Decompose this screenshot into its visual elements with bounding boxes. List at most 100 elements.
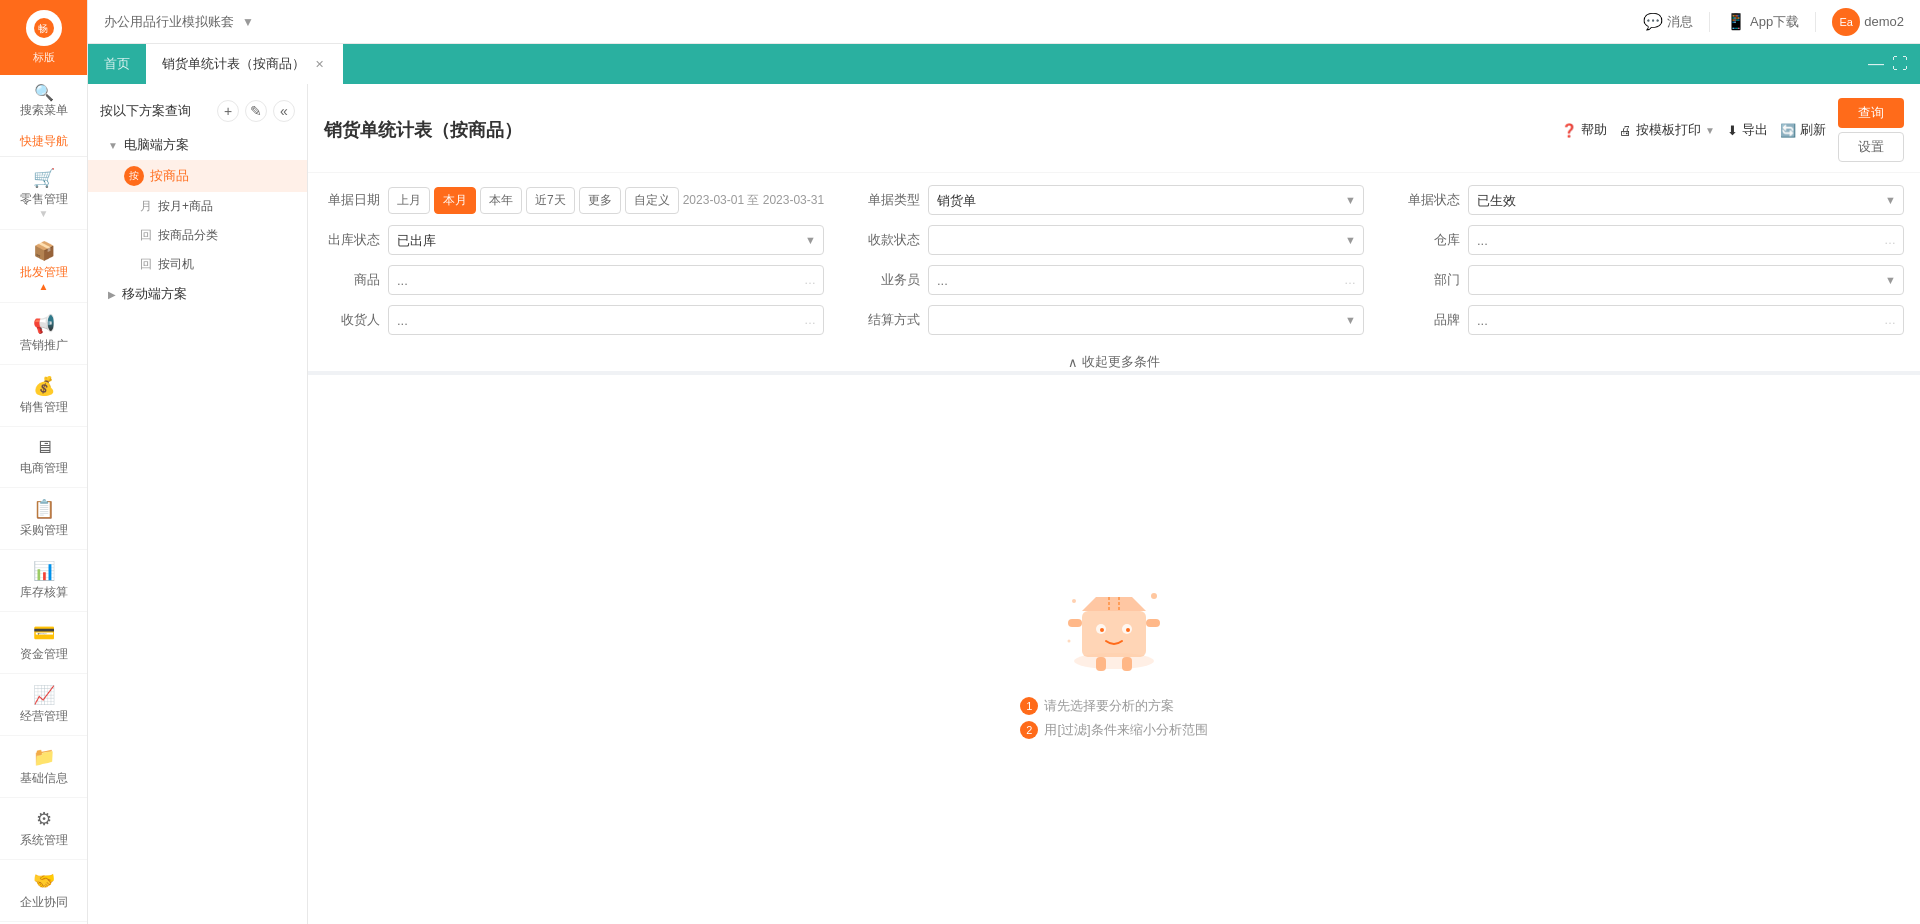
sidebar-item-finance-label: 资金管理 <box>20 646 68 663</box>
date-btn-this-month[interactable]: 本月 <box>434 187 476 214</box>
brand-input[interactable] <box>1468 305 1904 335</box>
doc-status-select[interactable]: 已生效 <box>1468 185 1904 215</box>
sidebar-search[interactable]: 🔍 搜索菜单 <box>0 75 87 127</box>
consignee-label: 收货人 <box>324 311 380 329</box>
collapse-panel-btn[interactable]: « <box>273 100 295 122</box>
filter-payment-status: 收款状态 ▼ <box>864 225 1364 255</box>
doc-type-select[interactable]: 销货单 <box>928 185 1364 215</box>
edit-icon: ✎ <box>250 103 262 119</box>
salesman-input[interactable] <box>928 265 1364 295</box>
edit-scheme-btn[interactable]: ✎ <box>245 100 267 122</box>
tab-bar-actions: — ⛶ <box>1856 55 1920 73</box>
svg-rect-3 <box>1082 611 1146 657</box>
filter-doc-status: 单据状态 已生效 ▼ <box>1404 185 1904 215</box>
message-btn[interactable]: 💬 消息 <box>1643 12 1693 31</box>
title-row: 销货单统计表（按商品） ❓ 帮助 🖨 按模板打印 ▼ ⬇ <box>308 84 1920 173</box>
tree-subchild-goods-category[interactable]: 回 按商品分类 <box>88 221 307 250</box>
goods-input[interactable] <box>388 265 824 295</box>
date-btn-this-year[interactable]: 本年 <box>480 187 522 214</box>
sidebar-item-system-label: 系统管理 <box>20 832 68 849</box>
tab-minimize-btn[interactable]: — <box>1868 55 1884 73</box>
logo-icon: 畅 <box>26 10 62 46</box>
user-area[interactable]: Ea demo2 <box>1832 8 1904 36</box>
date-btn-more[interactable]: 更多 <box>579 187 621 214</box>
help-btn[interactable]: ❓ 帮助 <box>1561 121 1607 139</box>
dept-select[interactable] <box>1468 265 1904 295</box>
tree-child-by-goods[interactable]: 按 按商品 <box>88 160 307 192</box>
out-status-wrapper: 已出库 ▼ <box>388 225 824 255</box>
tree-node-desktop[interactable]: ▼ 电脑端方案 <box>88 130 307 160</box>
warehouse-dots: … <box>1884 233 1896 247</box>
sidebar-item-operation[interactable]: 📈 经营管理 <box>0 674 87 736</box>
empty-tip-2: 2 用[过滤]条件来缩小分析范围 <box>1020 721 1207 739</box>
date-btn-7days[interactable]: 近7天 <box>526 187 575 214</box>
retail-expand-icon: ▼ <box>39 208 49 219</box>
app-download-btn[interactable]: 📱 App下载 <box>1726 12 1799 31</box>
mobile-expand-icon: ▶ <box>108 289 116 300</box>
tab-maximize-btn[interactable]: ⛶ <box>1892 55 1908 73</box>
filter-salesman: 业务员 … <box>864 265 1364 295</box>
sidebar-item-purchase[interactable]: 📋 采购管理 <box>0 488 87 550</box>
header-divider1 <box>1709 12 1710 32</box>
query-button[interactable]: 查询 <box>1838 98 1904 128</box>
doc-type-label: 单据类型 <box>864 191 920 209</box>
sidebar-item-retail-label: 零售管理 <box>20 191 68 208</box>
sidebar-item-ecommerce[interactable]: 🖥 电商管理 <box>0 427 87 488</box>
sales-icon: 💰 <box>33 375 55 397</box>
sidebar-item-marketing[interactable]: 📢 营销推广 <box>0 303 87 365</box>
collapse-filter-btn[interactable]: ∧ 收起更多条件 <box>324 345 1904 371</box>
settlement-select[interactable] <box>928 305 1364 335</box>
settlement-label: 结算方式 <box>864 311 920 329</box>
driver-label: 按司机 <box>158 256 194 273</box>
sidebar-item-wholesale[interactable]: 📦 批发管理 ▲ <box>0 230 87 303</box>
date-btn-custom[interactable]: 自定义 <box>625 187 679 214</box>
filter-row-3: 商品 … 业务员 … <box>324 265 1904 295</box>
tab-sales-report[interactable]: 销货单统计表（按商品） ✕ <box>146 44 343 84</box>
goods-wrapper: … <box>388 265 824 295</box>
dropdown-icon[interactable]: ▼ <box>242 15 254 29</box>
tree-subchild-month-goods[interactable]: 月 按月+商品 <box>88 192 307 221</box>
tab-close-btn[interactable]: ✕ <box>311 56 327 72</box>
refresh-icon: 🔄 <box>1780 123 1796 138</box>
svg-rect-10 <box>1068 619 1082 627</box>
add-scheme-btn[interactable]: + <box>217 100 239 122</box>
top-header: 办公用品行业模拟账套 ▼ 💬 消息 📱 App下载 Ea demo2 <box>88 0 1920 44</box>
brand-wrapper: … <box>1468 305 1904 335</box>
consignee-input[interactable] <box>388 305 824 335</box>
query-setting-group: 查询 设置 <box>1838 98 1904 162</box>
refresh-btn[interactable]: 🔄 刷新 <box>1780 121 1826 139</box>
out-status-select[interactable]: 已出库 <box>388 225 824 255</box>
export-btn[interactable]: ⬇ 导出 <box>1727 121 1768 139</box>
warehouse-input[interactable] <box>1468 225 1904 255</box>
sidebar-item-sales[interactable]: 💰 销售管理 <box>0 365 87 427</box>
main-area: 办公用品行业模拟账套 ▼ 💬 消息 📱 App下载 Ea demo2 <box>88 0 1920 924</box>
empty-tip-1: 1 请先选择要分析的方案 <box>1020 697 1207 715</box>
print-btn[interactable]: 🖨 按模板打印 ▼ <box>1619 121 1715 139</box>
tree-subchild-driver[interactable]: 回 按司机 <box>88 250 307 279</box>
tab-home[interactable]: 首页 <box>88 44 146 84</box>
svg-point-12 <box>1072 599 1076 603</box>
sidebar-item-marketing-label: 营销推广 <box>20 337 68 354</box>
consignee-wrapper: … <box>388 305 824 335</box>
sidebar-quick-nav[interactable]: 快捷导航 <box>0 127 87 157</box>
sidebar-item-retail[interactable]: 🛒 零售管理 ▼ <box>0 157 87 230</box>
payment-status-select[interactable] <box>928 225 1364 255</box>
date-btn-last-month[interactable]: 上月 <box>388 187 430 214</box>
goods-category-label: 按商品分类 <box>158 227 218 244</box>
salesman-label: 业务员 <box>864 271 920 289</box>
tab-home-label: 首页 <box>104 55 130 73</box>
sidebar-item-finance[interactable]: 💳 资金管理 <box>0 612 87 674</box>
settings-button[interactable]: 设置 <box>1838 132 1904 162</box>
filter-consignee: 收货人 … <box>324 305 824 335</box>
sidebar-item-system[interactable]: ⚙ 系统管理 <box>0 798 87 860</box>
tree-node-mobile[interactable]: ▶ 移动端方案 <box>88 279 307 309</box>
industry-label: 办公用品行业模拟账套 <box>104 13 234 31</box>
filter-container: 销货单统计表（按商品） ❓ 帮助 🖨 按模板打印 ▼ ⬇ <box>308 84 1920 371</box>
doc-status-label: 单据状态 <box>1404 191 1460 209</box>
sidebar: 畅 标版 🔍 搜索菜单 快捷导航 🛒 零售管理 ▼ 📦 批发管理 ▲ 📢 营销推… <box>0 0 88 924</box>
sidebar-item-basic[interactable]: 📁 基础信息 <box>0 736 87 798</box>
filter-brand: 品牌 … <box>1404 305 1904 335</box>
sidebar-item-collab[interactable]: 🤝 企业协同 <box>0 860 87 922</box>
sidebar-item-inventory[interactable]: 📊 库存核算 <box>0 550 87 612</box>
desktop-expand-icon: ▼ <box>108 140 118 151</box>
